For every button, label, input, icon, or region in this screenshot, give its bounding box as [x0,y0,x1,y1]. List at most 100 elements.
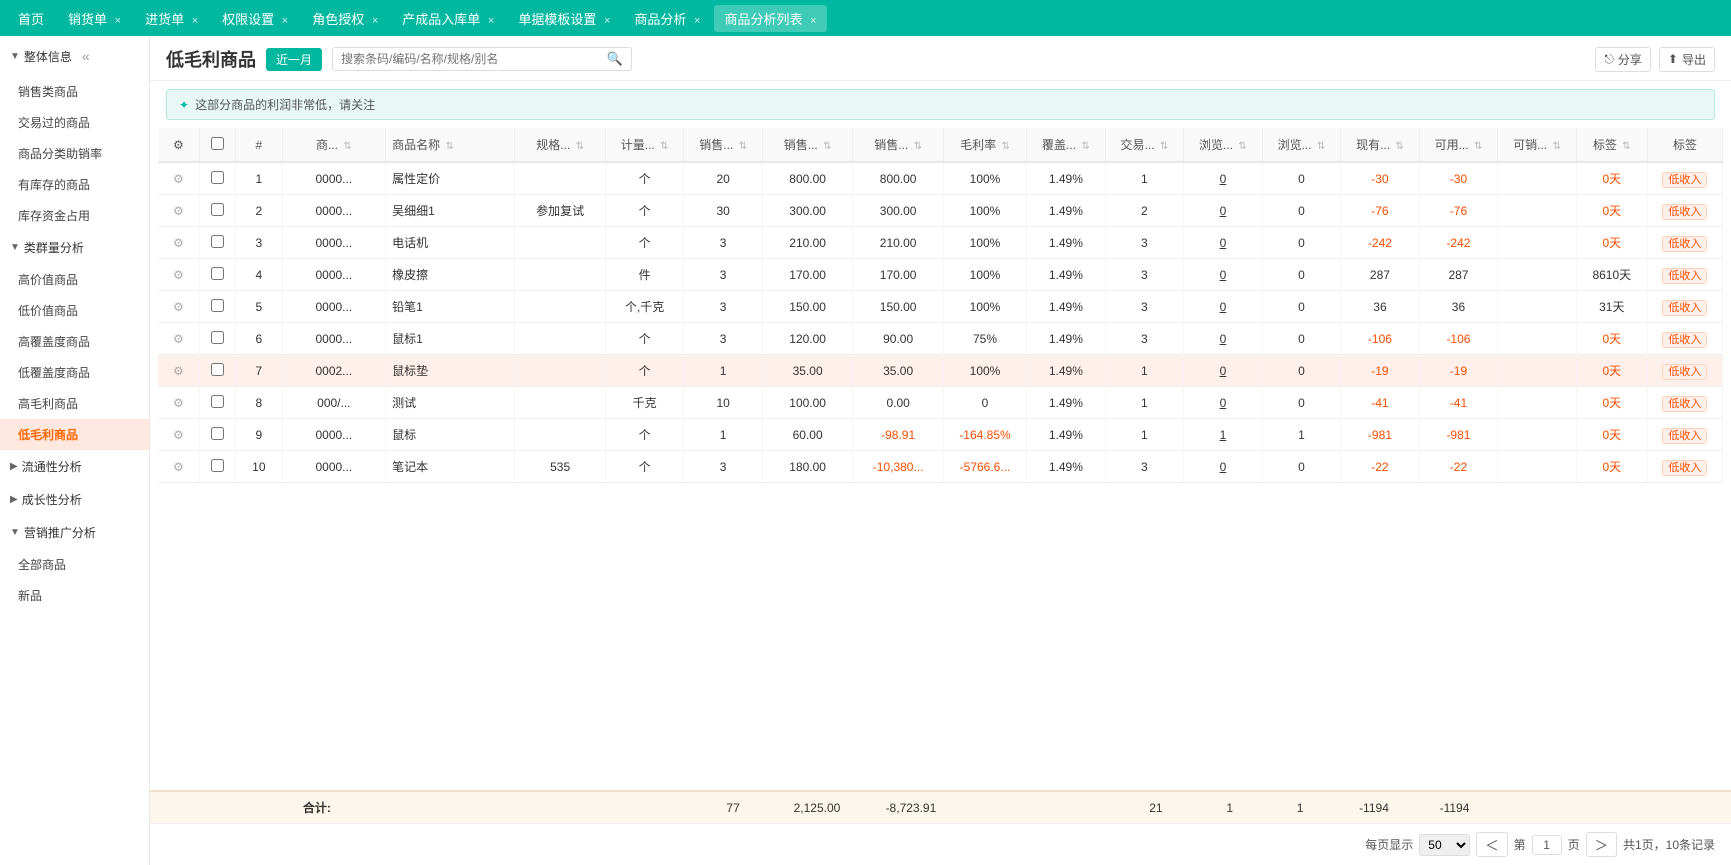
th-trade[interactable]: 交易... ⇅ [1105,128,1184,162]
cell-gear[interactable]: ⚙ [158,419,199,451]
cell-gear[interactable]: ⚙ [158,259,199,291]
nav-template-settings[interactable]: 单据模板设置 × [508,5,620,32]
th-gear[interactable]: ⚙ [158,128,199,162]
th-unit[interactable]: 计量... ⇅ [605,128,684,162]
th-sale-count[interactable]: 销售... ⇅ [684,128,763,162]
th-num[interactable]: # [236,128,283,162]
nav-sales-order[interactable]: 销货单 × [58,5,131,32]
nav-home[interactable]: 首页 [8,5,54,32]
th-saleable[interactable]: 可销... ⇅ [1498,128,1577,162]
nav-close-analysis[interactable]: × [694,15,700,27]
nav-close-role[interactable]: × [372,15,378,27]
per-page-select[interactable]: 50 20 100 [1419,834,1470,856]
th-available[interactable]: 可用... ⇅ [1419,128,1498,162]
th-tag[interactable]: 标签 [1647,128,1722,162]
cell-checkbox[interactable] [199,259,235,291]
sidebar-item-traded-products[interactable]: 交易过的商品 [0,107,149,138]
th-browse1[interactable]: 浏览... ⇅ [1184,128,1263,162]
nav-permissions[interactable]: 权限设置 × [212,5,298,32]
share-button[interactable]: ⎋ 分享 [1595,47,1651,72]
nav-close-purchase[interactable]: × [192,15,198,27]
th-name[interactable]: 商品名称 ⇅ [386,128,515,162]
filter-period-button[interactable]: 近一月 [266,48,322,71]
next-page-button[interactable]: ＞ [1586,832,1617,857]
th-code[interactable]: 商... ⇅ [282,128,385,162]
search-icon[interactable]: 🔍 [607,51,623,67]
sidebar-item-high-coverage[interactable]: 高覆盖度商品 [0,326,149,357]
th-gross-rate[interactable]: 毛利率 ⇅ [943,128,1026,162]
cell-gear[interactable]: ⚙ [158,195,199,227]
cell-name[interactable]: 测试 [386,387,515,419]
nav-close-warehouse[interactable]: × [488,15,494,27]
th-sale-amount[interactable]: 销售... ⇅ [853,128,944,162]
cell-browse1[interactable]: 1 [1184,419,1263,451]
nav-product-analysis-list[interactable]: 商品分析列表 × [714,5,826,32]
cell-gear[interactable]: ⚙ [158,227,199,259]
nav-close-analysis-list[interactable]: × [810,15,816,27]
export-button[interactable]: ⬆ 导出 [1659,47,1715,72]
sidebar-group-overall[interactable]: ▼ 整体信息 « [0,36,149,76]
cell-name[interactable]: 橡皮擦 [386,259,515,291]
cell-browse1[interactable]: 0 [1184,195,1263,227]
table-container[interactable]: ⚙ # 商... ⇅ 商品名称 ⇅ 规格... ⇅ 计量... ⇅ 销售... … [150,128,1731,790]
prev-page-button[interactable]: ＜ [1476,832,1507,857]
cell-gear[interactable]: ⚙ [158,323,199,355]
cell-checkbox[interactable] [199,355,235,387]
sidebar-item-in-stock[interactable]: 有库存的商品 [0,169,149,200]
sidebar-item-all-products[interactable]: 全部商品 [0,549,149,580]
sidebar-item-low-margin[interactable]: 低毛利商品 [0,419,149,450]
cell-name[interactable]: 铅笔1 [386,291,515,323]
cell-checkbox[interactable] [199,387,235,419]
cell-browse1[interactable]: 0 [1184,323,1263,355]
sidebar-group-growth[interactable]: ▶ 成长性分析 [0,483,149,516]
select-all-checkbox[interactable] [211,137,224,150]
sidebar-item-category-sales[interactable]: 商品分类助销率 [0,138,149,169]
nav-close-sales[interactable]: × [115,15,121,27]
nav-purchase-order[interactable]: 进货单 × [135,5,208,32]
nav-close-template[interactable]: × [604,15,610,27]
sidebar-item-low-coverage[interactable]: 低覆盖度商品 [0,357,149,388]
nav-product-analysis[interactable]: 商品分析 × [624,5,710,32]
cell-checkbox[interactable] [199,419,235,451]
sidebar-group-circulation[interactable]: ▶ 流通性分析 [0,450,149,483]
th-sale-price[interactable]: 销售... ⇅ [762,128,853,162]
cell-browse1[interactable]: 0 [1184,355,1263,387]
nav-close-permissions[interactable]: × [282,15,288,27]
cell-checkbox[interactable] [199,323,235,355]
cell-name[interactable]: 属性定价 [386,162,515,195]
nav-product-warehouse[interactable]: 产成品入库单 × [392,5,504,32]
cell-gear[interactable]: ⚙ [158,162,199,195]
cell-checkbox[interactable] [199,227,235,259]
nav-role-auth[interactable]: 角色授权 × [302,5,388,32]
cell-browse1[interactable]: 0 [1184,227,1263,259]
cell-gear[interactable]: ⚙ [158,355,199,387]
cell-browse1[interactable]: 0 [1184,387,1263,419]
sidebar-group-cluster[interactable]: ▼ 类群量分析 [0,231,149,264]
cell-checkbox[interactable] [199,291,235,323]
search-input[interactable] [341,52,607,66]
sidebar-item-high-value[interactable]: 高价值商品 [0,264,149,295]
cell-gear[interactable]: ⚙ [158,451,199,483]
sidebar-collapse-btn[interactable]: « [78,44,94,68]
cell-name[interactable]: 电话机 [386,227,515,259]
cell-gear[interactable]: ⚙ [158,387,199,419]
cell-browse1[interactable]: 0 [1184,451,1263,483]
th-current[interactable]: 现有... ⇅ [1341,128,1420,162]
cell-name[interactable]: 鼠标1 [386,323,515,355]
sidebar-item-sales-products[interactable]: 销售类商品 [0,76,149,107]
th-checkbox[interactable] [199,128,235,162]
cell-name[interactable]: 鼠标垫 [386,355,515,387]
cell-checkbox[interactable] [199,195,235,227]
sidebar-item-stock-capital[interactable]: 库存资金占用 [0,200,149,231]
cell-name[interactable]: 鼠标 [386,419,515,451]
sidebar-item-high-margin[interactable]: 高毛利商品 [0,388,149,419]
sidebar-group-marketing[interactable]: ▼ 营销推广分析 [0,516,149,549]
th-days[interactable]: 标签 ⇅ [1576,128,1647,162]
th-browse2[interactable]: 浏览... ⇅ [1262,128,1341,162]
th-spec[interactable]: 规格... ⇅ [515,128,606,162]
th-cover[interactable]: 覆盖... ⇅ [1027,128,1106,162]
cell-name[interactable]: 吴细细1 [386,195,515,227]
cell-browse1[interactable]: 0 [1184,259,1263,291]
cell-checkbox[interactable] [199,451,235,483]
sidebar-item-low-value[interactable]: 低价值商品 [0,295,149,326]
